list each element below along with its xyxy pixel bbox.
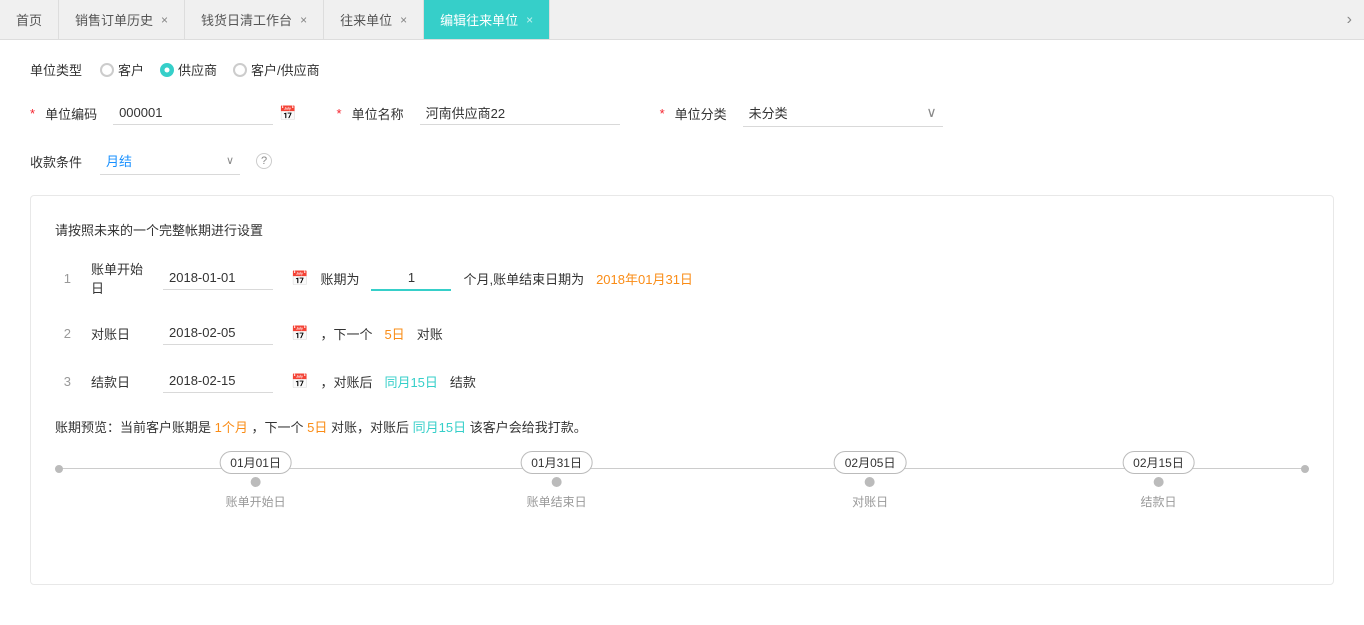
preview-highlight3: 同月15日 — [413, 420, 466, 435]
unit-code-label: 单位编码 — [45, 104, 97, 123]
tab-partner-unit[interactable]: 往来单位 × — [324, 0, 424, 39]
unit-category-label: 单位分类 — [675, 104, 727, 123]
reconcile-desc-prefix: ，下一个 — [320, 324, 372, 343]
timeline-badge-1: 01月01日 — [219, 451, 292, 474]
payment-desc-prefix: ，对账后 — [320, 372, 372, 391]
timeline-node-2: 01月31日 账单结束日 — [520, 460, 593, 510]
timeline-badge-3: 02月05日 — [834, 451, 907, 474]
timeline-node-3: 02月05日 对账日 — [834, 460, 907, 510]
timeline-sublabel-1: 账单开始日 — [226, 493, 286, 510]
payment-condition-value: 月结 — [106, 151, 218, 170]
payment-condition-row: 收款条件 月结 ∨ ? — [30, 147, 1334, 175]
timeline-badge-2: 01月31日 — [520, 451, 593, 474]
timeline-badge-4: 02月15日 — [1122, 451, 1195, 474]
timeline-sublabel-4: 结款日 — [1141, 493, 1177, 510]
required-star: * — [30, 106, 35, 121]
timeline-dot-2 — [552, 477, 562, 487]
unit-code-input-wrapper: 📅 — [113, 101, 296, 125]
unit-type-row: 单位类型 客户 供应商 客户/供应商 — [30, 60, 1334, 79]
tab-sales-order-history[interactable]: 销售订单历史 × — [59, 0, 185, 39]
period-input[interactable] — [371, 266, 451, 291]
timeline-node-1: 01月01日 账单开始日 — [219, 460, 292, 510]
timeline-dot-4 — [1154, 477, 1164, 487]
unit-code-input[interactable] — [113, 101, 273, 125]
calendar-icon-1[interactable]: 📅 — [291, 270, 308, 287]
row-num-3: 3 — [55, 374, 71, 389]
payment-condition-label: 收款条件 — [30, 152, 82, 171]
timeline-dot-3 — [865, 477, 875, 487]
unit-category-select[interactable]: 未分类 ∨ — [743, 99, 943, 127]
settings-title: 请按照未来的一个完整帐期进行设置 — [55, 220, 1309, 239]
main-content: 单位类型 客户 供应商 客户/供应商 * 单位编码 📅 — [0, 40, 1364, 625]
timeline-node-4: 02月15日 结款日 — [1122, 460, 1195, 510]
row-type-label-3: 结款日 — [91, 372, 151, 391]
row-num-1: 1 — [55, 271, 71, 286]
tab-cash-ledger[interactable]: 钱货日清工作台 × — [185, 0, 324, 39]
period-prefix: 账期为 — [320, 269, 359, 288]
unit-name-input[interactable] — [420, 101, 620, 125]
required-star3: * — [660, 106, 665, 121]
radio-both[interactable]: 客户/供应商 — [233, 60, 320, 79]
timeline-end-dot — [1301, 465, 1309, 473]
radio-circle-both — [233, 63, 247, 77]
close-icon[interactable]: × — [526, 13, 533, 27]
timeline-track: 01月01日 账单开始日 01月31日 账单结束日 02月05日 对账日 — [55, 460, 1309, 510]
row-type-label-1: 账单开始日 — [91, 259, 151, 297]
radio-customer[interactable]: 客户 — [100, 60, 144, 79]
preview-highlight1: 1个月 — [215, 420, 248, 435]
end-date-highlight: 2018年01月31日 — [596, 269, 693, 288]
radio-circle-supplier — [160, 63, 174, 77]
tab-edit-partner-unit[interactable]: 编辑往来单位 × — [424, 0, 550, 39]
unit-code-group: * 单位编码 📅 — [30, 101, 297, 125]
period-suffix: 个月,账单结束日期为 — [463, 269, 584, 288]
reconcile-highlight1: 5日 — [384, 324, 404, 343]
unit-type-label: 单位类型 — [30, 60, 82, 79]
tab-more-button[interactable]: › — [1335, 11, 1364, 29]
preview-highlight2: 5日 — [307, 420, 327, 435]
help-icon[interactable]: ? — [256, 153, 272, 169]
timeline: 01月01日 账单开始日 01月31日 账单结束日 02月05日 对账日 — [55, 460, 1309, 560]
chevron-down-icon: ∨ — [926, 104, 936, 121]
tab-bar: 首页 销售订单历史 × 钱货日清工作台 × 往来单位 × 编辑往来单位 × › — [0, 0, 1364, 40]
timeline-start-dot — [55, 465, 63, 473]
radio-supplier[interactable]: 供应商 — [160, 60, 217, 79]
row-num-2: 2 — [55, 326, 71, 341]
timeline-sublabel-2: 账单结束日 — [527, 493, 587, 510]
chevron-down-icon2: ∨ — [226, 154, 234, 167]
unit-category-group: * 单位分类 未分类 ∨ — [660, 99, 943, 127]
calendar-icon-2[interactable]: 📅 — [291, 325, 308, 342]
tab-home[interactable]: 首页 — [0, 0, 59, 39]
lookup-icon[interactable]: 📅 — [279, 105, 296, 122]
close-icon[interactable]: × — [161, 13, 168, 27]
radio-group-unit-type: 客户 供应商 客户/供应商 — [100, 60, 320, 79]
unit-name-group: * 单位名称 — [337, 101, 620, 125]
start-date-input[interactable] — [163, 266, 273, 290]
radio-circle-customer — [100, 63, 114, 77]
setting-row-1: 1 账单开始日 📅 账期为 个月,账单结束日期为 2018年01月31日 — [55, 259, 1309, 297]
payment-highlight2: 同月15日 — [384, 372, 437, 391]
required-star2: * — [337, 106, 342, 121]
setting-row-2: 2 对账日 📅 ，下一个 5日 对账 — [55, 321, 1309, 345]
reconcile-desc-suffix: 对账 — [417, 324, 443, 343]
payment-date-input[interactable] — [163, 369, 273, 393]
calendar-icon-3[interactable]: 📅 — [291, 373, 308, 390]
reconcile-date-input[interactable] — [163, 321, 273, 345]
row-type-label-2: 对账日 — [91, 324, 151, 343]
setting-row-3: 3 结款日 📅 ，对账后 同月15日 结款 — [55, 369, 1309, 393]
payment-desc-suffix: 结款 — [450, 372, 476, 391]
preview-text: 账期预览：当前客户账期是 1个月 ，下一个 5日 对账，对账后 同月15日 该客… — [55, 417, 1309, 436]
payment-condition-select[interactable]: 月结 ∨ — [100, 147, 240, 175]
close-icon[interactable]: × — [300, 13, 307, 27]
timeline-sublabel-3: 对账日 — [852, 493, 888, 510]
settings-box: 请按照未来的一个完整帐期进行设置 1 账单开始日 📅 账期为 个月,账单结束日期… — [30, 195, 1334, 585]
unit-info-row: * 单位编码 📅 * 单位名称 * 单位分类 未分类 ∨ — [30, 99, 1334, 127]
close-icon[interactable]: × — [400, 13, 407, 27]
unit-name-input-wrapper — [420, 101, 620, 125]
timeline-dot-1 — [251, 477, 261, 487]
unit-category-value: 未分类 — [749, 103, 919, 122]
unit-name-label: 单位名称 — [352, 104, 404, 123]
